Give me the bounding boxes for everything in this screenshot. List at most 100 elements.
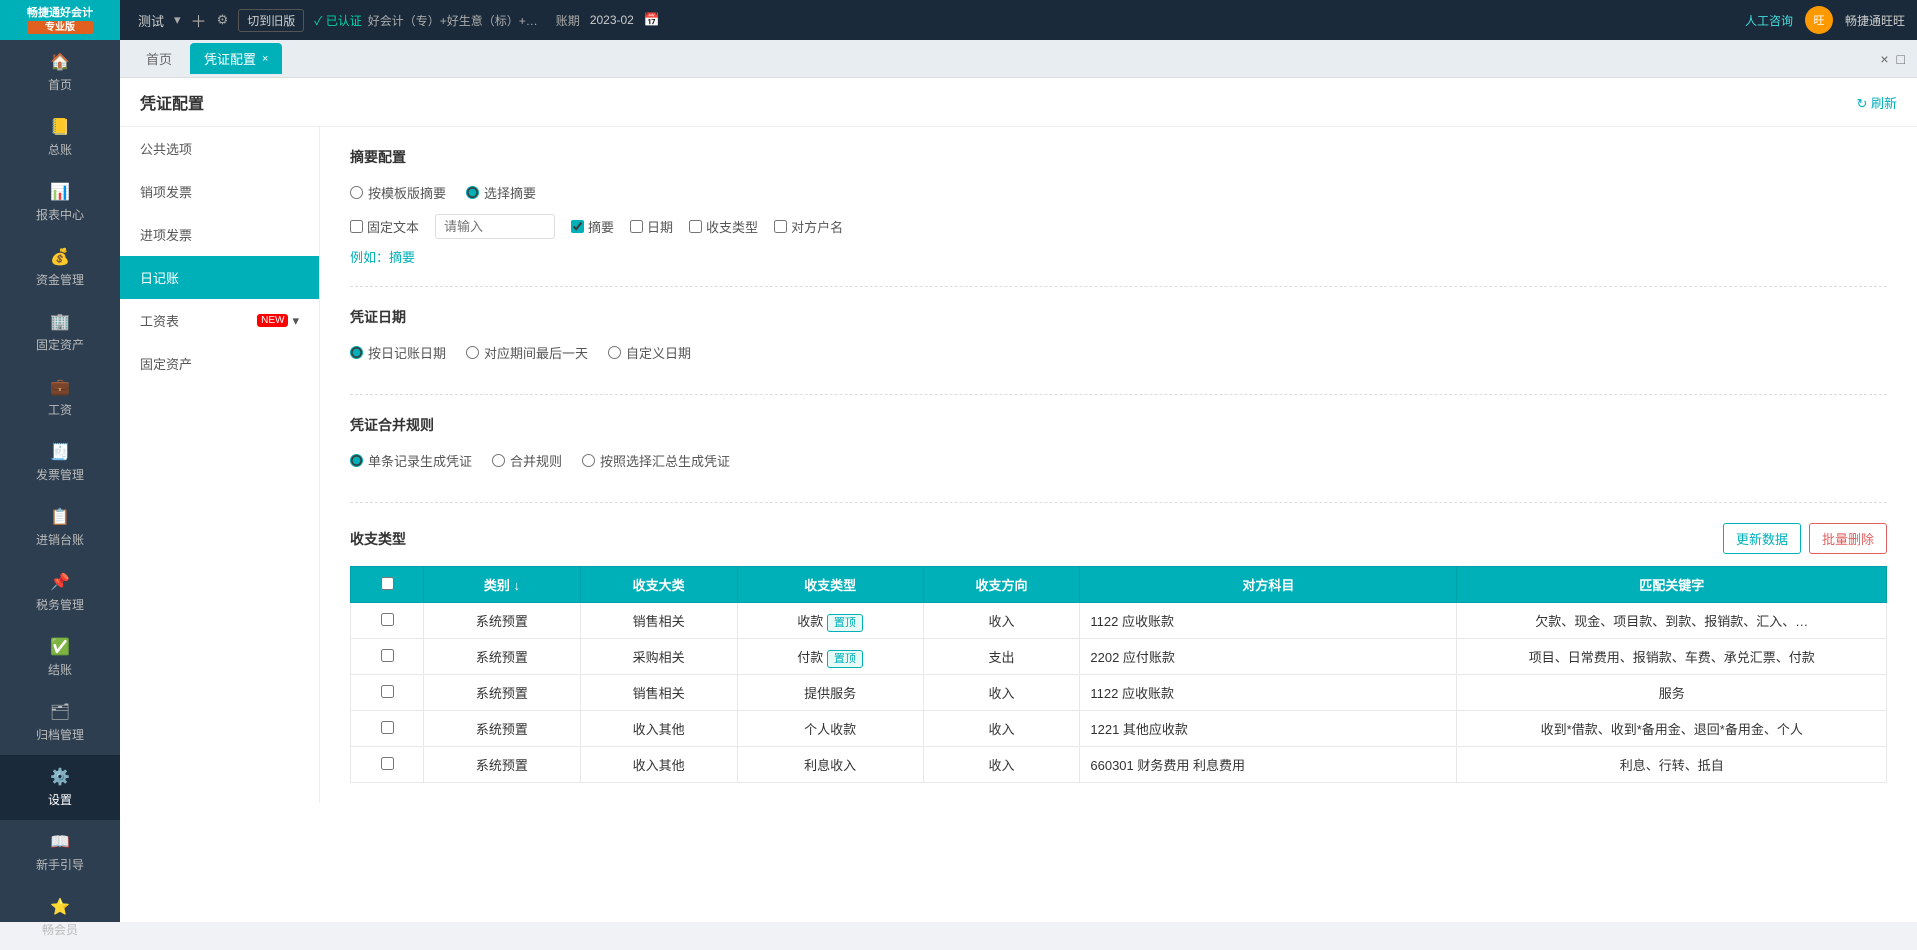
income-expense-section: 收支类型 更新数据 批量删除 (350, 523, 1887, 783)
tab-home[interactable]: 首页 (132, 43, 186, 74)
tax-icon: 📌 (50, 572, 70, 592)
checkbox-fixed-text[interactable]: 固定文本 (350, 217, 419, 236)
merge-single-label: 单条记录生成凭证 (368, 451, 472, 470)
th-checkbox (351, 567, 424, 603)
switch-version-button[interactable]: 切到旧版 (238, 9, 304, 32)
summary-example: 例如：摘要 (350, 247, 1887, 266)
table-row: 系统预置 收入其他 利息收入 收入 660301 财务费用 利息费用 利息、行转… (351, 747, 1887, 783)
row-checkbox-5[interactable] (381, 757, 394, 770)
table-header-row: 类别 ↓ 收支大类 收支类型 收支方向 对方科目 匹配关键字 (351, 567, 1887, 603)
nav-item-public[interactable]: 公共选项 (120, 127, 319, 170)
maximize-window-button[interactable]: □ (1897, 51, 1905, 67)
summary-radio-select[interactable]: 选择摘要 (466, 183, 536, 202)
user-avatar[interactable]: 旺 (1805, 6, 1833, 34)
sidebar-item-reports[interactable]: 📊 报表中心 (0, 170, 120, 235)
refresh-button[interactable]: ↻ 刷新 (1856, 93, 1897, 112)
merge-radio-group: 单条记录生成凭证 合并规则 按照选择汇总生成凭证 (350, 451, 1887, 470)
tab-voucher-close[interactable]: × (262, 53, 268, 65)
row-checkbox-4[interactable] (381, 721, 394, 734)
sidebar-item-tax[interactable]: 📌 税务管理 (0, 560, 120, 625)
sidebar-item-ledger[interactable]: 📒 总账 (0, 105, 120, 170)
table-row: 系统预置 收入其他 个人收款 收入 1221 其他应收款 收到*借款、收到*备用… (351, 711, 1887, 747)
header-right: 人工咨询 旺 畅捷通旺旺 (1745, 6, 1905, 34)
th-direction: 收支方向 (923, 567, 1080, 603)
checkbox-summary[interactable]: 摘要 (571, 217, 614, 236)
th-major-type: 收支大类 (580, 567, 737, 603)
ledger-icon: 📒 (50, 117, 70, 137)
sidebar-item-assets[interactable]: 🏢 固定资产 (0, 300, 120, 365)
merge-radio-summary[interactable]: 按照选择汇总生成凭证 (582, 451, 730, 470)
left-nav: 公共选项 销项发票 进项发票 日记账 工资表 NEW (120, 127, 320, 803)
merge-radio-single[interactable]: 单条记录生成凭证 (350, 451, 472, 470)
two-panel: 公共选项 销项发票 进项发票 日记账 工资表 NEW (120, 127, 1917, 803)
row-5-category: 系统预置 (424, 747, 581, 783)
assets-icon: 🏢 (50, 312, 70, 332)
nav-item-fixed-assets[interactable]: 固定资产 (120, 342, 319, 385)
voucher-date-radio-period-last[interactable]: 对应期间最后一天 (466, 343, 588, 362)
checkbox-type[interactable]: 收支类型 (689, 217, 758, 236)
nav-item-journal[interactable]: 日记账 (120, 256, 319, 299)
voucher-date-journal-label: 按日记账日期 (368, 343, 446, 362)
summary-radio-select-label: 选择摘要 (484, 183, 536, 202)
row-checkbox-2[interactable] (381, 649, 394, 662)
tab-voucher-label: 凭证配置 (204, 49, 256, 68)
voucher-date-radio-journal[interactable]: 按日记账日期 (350, 343, 446, 362)
close-window-button[interactable]: × (1880, 51, 1888, 67)
nav-item-payroll[interactable]: 工资表 NEW ▾ (120, 299, 319, 342)
content-area: 首页 凭证配置 × × □ 凭证配置 ↻ 刷新 (120, 40, 1917, 922)
sidebar-item-guide[interactable]: 📖 新手引导 (0, 820, 120, 885)
th-category[interactable]: 类别 ↓ (424, 567, 581, 603)
sidebar-item-invoice[interactable]: 🧾 发票管理 (0, 430, 120, 495)
row-4-type: 个人收款 (737, 711, 923, 747)
tab-home-label: 首页 (146, 49, 172, 68)
checkbox-counterpart[interactable]: 对方户名 (774, 217, 843, 236)
tab-voucher[interactable]: 凭证配置 × (190, 43, 282, 74)
consult-link[interactable]: 人工咨询 (1745, 12, 1793, 29)
summary-radio-template[interactable]: 按模板版摘要 (350, 183, 446, 202)
certified-tag: ✓ 已认证 (314, 12, 362, 29)
sidebar-item-salary[interactable]: 💼 工资 (0, 365, 120, 430)
nav-item-sales-invoice[interactable]: 销项发票 (120, 170, 319, 213)
period-label: 账期 (556, 12, 580, 29)
voucher-date-radio-custom[interactable]: 自定义日期 (608, 343, 691, 362)
sidebar-label-member: 畅会员 (42, 921, 78, 938)
sidebar-item-member[interactable]: ⭐ 畅会员 (0, 885, 120, 950)
add-icon[interactable]: ＋ (191, 8, 207, 32)
sidebar-item-home[interactable]: 🏠 首页 (0, 40, 120, 105)
checkbox-date[interactable]: 日期 (630, 217, 673, 236)
row-2-direction: 支出 (923, 639, 1080, 675)
sidebar-item-checkout[interactable]: ✅ 结账 (0, 625, 120, 690)
select-all-checkbox[interactable] (381, 577, 394, 590)
sidebar-item-finance[interactable]: 💰 资金管理 (0, 235, 120, 300)
nav-item-purchase-invoice[interactable]: 进项发票 (120, 213, 319, 256)
calendar-icon[interactable]: 📅 (644, 12, 660, 28)
sidebar-item-purchase[interactable]: 📋 进销台账 (0, 495, 120, 560)
row-checkbox-1[interactable] (381, 613, 394, 626)
row-5-major-type: 收入其他 (580, 747, 737, 783)
voucher-date-title: 凭证日期 (350, 307, 1887, 327)
batch-delete-button[interactable]: 批量删除 (1809, 523, 1887, 554)
row-2-category: 系统预置 (424, 639, 581, 675)
fixed-text-input[interactable] (435, 214, 555, 239)
new-badge: NEW (257, 314, 288, 327)
row-checkbox-3[interactable] (381, 685, 394, 698)
merge-radio-merge[interactable]: 合并规则 (492, 451, 562, 470)
sidebar-label-reports: 报表中心 (36, 206, 84, 223)
gear-icon[interactable]: ⚙ (217, 12, 229, 28)
sidebar: 🏠 首页 📒 总账 📊 报表中心 💰 资金管理 🏢 固定资产 💼 工资 🧾 发票… (0, 40, 120, 922)
nav-label-public: 公共选项 (140, 139, 192, 158)
update-data-button[interactable]: 更新数据 (1723, 523, 1801, 554)
row-4-keywords: 收到*借款、收到*备用金、退回*备用金、个人 (1457, 711, 1887, 747)
sidebar-label-finance: 资金管理 (36, 271, 84, 288)
reports-icon: 📊 (50, 182, 70, 202)
income-expense-title: 收支类型 (350, 529, 406, 549)
dropdown-arrow-icon[interactable]: ▾ (174, 12, 181, 28)
expand-arrow-icon: ▾ (292, 313, 299, 329)
page-title: 凭证配置 (140, 90, 204, 114)
sidebar-item-archive[interactable]: 🗂 归档管理 (0, 690, 120, 755)
sidebar-item-settings[interactable]: ⚙️ 设置 (0, 755, 120, 820)
sidebar-label-assets: 固定资产 (36, 336, 84, 353)
fixed-text-label: 固定文本 (367, 217, 419, 236)
row-3-type: 提供服务 (737, 675, 923, 711)
table-actions: 更新数据 批量删除 (1723, 523, 1887, 554)
